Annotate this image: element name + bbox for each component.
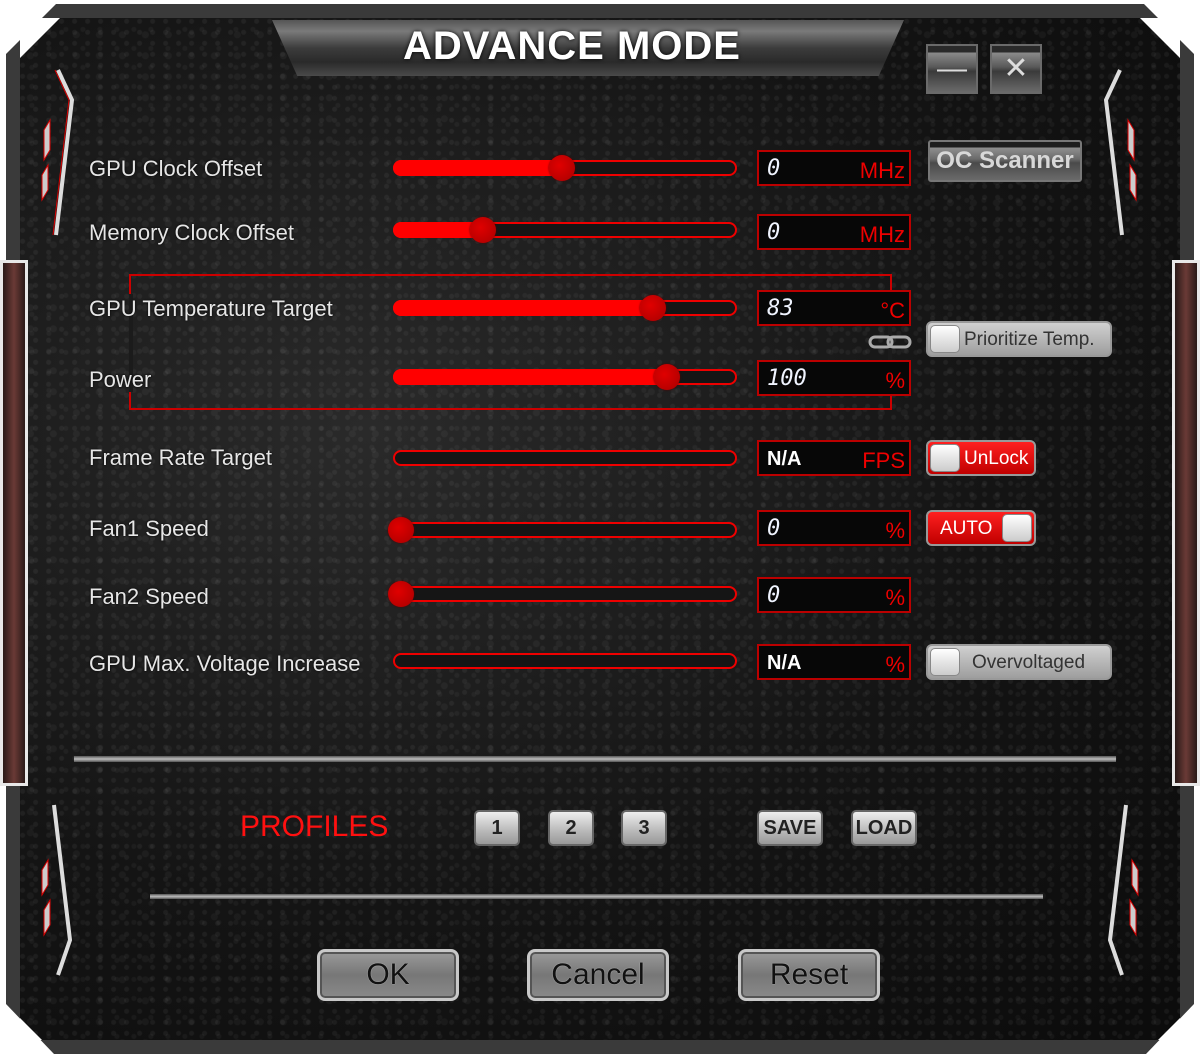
- section-divider: [74, 756, 1116, 762]
- gpu-clock-offset-label: GPU Clock Offset: [89, 156, 263, 181]
- memory-clock-offset-slider[interactable]: [393, 217, 737, 243]
- value-text: 0: [767, 516, 781, 541]
- frame-rate-target-label: Frame Rate Target: [89, 445, 273, 470]
- memory-clock-offset-label: Memory Clock Offset: [89, 220, 294, 245]
- unit-text: MHz: [859, 158, 905, 183]
- profile-save-button[interactable]: SAVE: [757, 810, 823, 846]
- left-bottom-accent-icon: [36, 800, 76, 980]
- reset-button[interactable]: Reset: [738, 949, 880, 1001]
- minimize-icon: —: [937, 52, 967, 85]
- toggle-label: Prioritize Temp.: [964, 329, 1095, 350]
- toggle-label: UnLock: [964, 448, 1029, 469]
- right-side-plate: [1172, 260, 1200, 786]
- power-label: Power: [89, 367, 152, 392]
- fan1-speed-slider[interactable]: [388, 517, 737, 543]
- gpu-temp-target-label: GPU Temperature Target: [89, 296, 333, 321]
- frame-rate-target-value[interactable]: N/A FPS: [757, 440, 911, 476]
- fan2-speed-slider[interactable]: [388, 581, 737, 607]
- toggle-knob: [930, 444, 960, 472]
- unit-text: MHz: [859, 222, 905, 247]
- overvoltaged-toggle[interactable]: Overvoltaged: [926, 644, 1112, 680]
- value-text: 100: [767, 366, 807, 391]
- profile-3-button[interactable]: 3: [621, 810, 667, 846]
- slider-fill: [393, 300, 654, 316]
- unit-text: °C: [880, 298, 905, 323]
- window-title: ADVANCE MODE: [403, 24, 741, 68]
- unit-text: %: [885, 518, 905, 543]
- fan-auto-toggle[interactable]: AUTO: [926, 510, 1036, 546]
- power-value[interactable]: 100%: [757, 360, 911, 396]
- slider-thumb[interactable]: [654, 364, 680, 390]
- unit-text: %: [885, 585, 905, 610]
- value-text: N/A: [767, 652, 802, 674]
- toggle-label: Overvoltaged: [972, 652, 1086, 673]
- slider-fill: [393, 160, 562, 176]
- gpu-max-voltage-slider[interactable]: [393, 653, 737, 669]
- footer-divider: [150, 894, 1043, 899]
- left-top-accent-icon: [34, 60, 75, 240]
- memory-clock-offset-value[interactable]: 0 MHz: [757, 214, 911, 250]
- gpu-max-voltage-label: GPU Max. Voltage Increase: [89, 651, 361, 676]
- oc-scanner-button[interactable]: OC Scanner: [928, 140, 1082, 182]
- slider-fill: [393, 369, 667, 385]
- slider-thumb[interactable]: [548, 155, 575, 181]
- left-side-plate: [0, 260, 28, 786]
- toggle-label: AUTO: [940, 518, 993, 539]
- close-icon: ✕: [1003, 52, 1029, 85]
- profiles-label: PROFILES: [240, 810, 389, 843]
- toggle-knob: [930, 648, 960, 676]
- minimize-button[interactable]: —: [926, 44, 978, 94]
- profile-1-button[interactable]: 1: [474, 810, 520, 846]
- gpu-clock-offset-slider[interactable]: [393, 155, 737, 181]
- unit-text: %: [885, 368, 905, 393]
- gpu-clock-offset-value[interactable]: 0 MHz: [757, 150, 911, 186]
- power-slider[interactable]: [393, 364, 737, 390]
- value-text: 0: [767, 583, 781, 608]
- ok-button[interactable]: OK: [317, 949, 459, 1001]
- frame-rate-target-slider[interactable]: [393, 450, 737, 466]
- close-button[interactable]: ✕: [990, 44, 1042, 94]
- profile-load-button[interactable]: LOAD: [851, 810, 917, 846]
- profile-2-button[interactable]: 2: [548, 810, 594, 846]
- value-text: 0: [767, 220, 781, 245]
- gpu-temp-target-slider[interactable]: [393, 295, 737, 321]
- slider-thumb[interactable]: [388, 517, 414, 543]
- value-text: N/A: [767, 448, 802, 470]
- gpu-max-voltage-value[interactable]: N/A%: [757, 644, 911, 680]
- link-chain-icon[interactable]: [868, 334, 912, 350]
- fan1-speed-label: Fan1 Speed: [89, 516, 209, 541]
- slider-thumb[interactable]: [388, 581, 414, 607]
- gpu-temp-target-value[interactable]: 83 °C: [757, 290, 911, 326]
- advance-mode-window: ADVANCE MODE — ✕ OC Scanner GPU Clock Of…: [0, 0, 1200, 1059]
- unit-text: FPS: [862, 448, 905, 473]
- cancel-button[interactable]: Cancel: [527, 949, 669, 1001]
- prioritize-temp-toggle[interactable]: Prioritize Temp.: [926, 321, 1112, 357]
- right-top-accent-icon: [1103, 60, 1144, 240]
- toggle-knob: [930, 325, 960, 353]
- fan1-speed-value[interactable]: 0%: [757, 510, 911, 546]
- value-text: 83: [767, 296, 794, 321]
- fan2-speed-label: Fan2 Speed: [89, 584, 209, 609]
- right-bottom-accent-icon: [1104, 800, 1144, 980]
- fan2-speed-value[interactable]: 0%: [757, 577, 911, 613]
- toggle-knob: [1002, 514, 1032, 542]
- unit-text: %: [885, 652, 905, 677]
- frame-rate-unlock-toggle[interactable]: UnLock: [926, 440, 1036, 476]
- value-text: 0: [767, 156, 781, 181]
